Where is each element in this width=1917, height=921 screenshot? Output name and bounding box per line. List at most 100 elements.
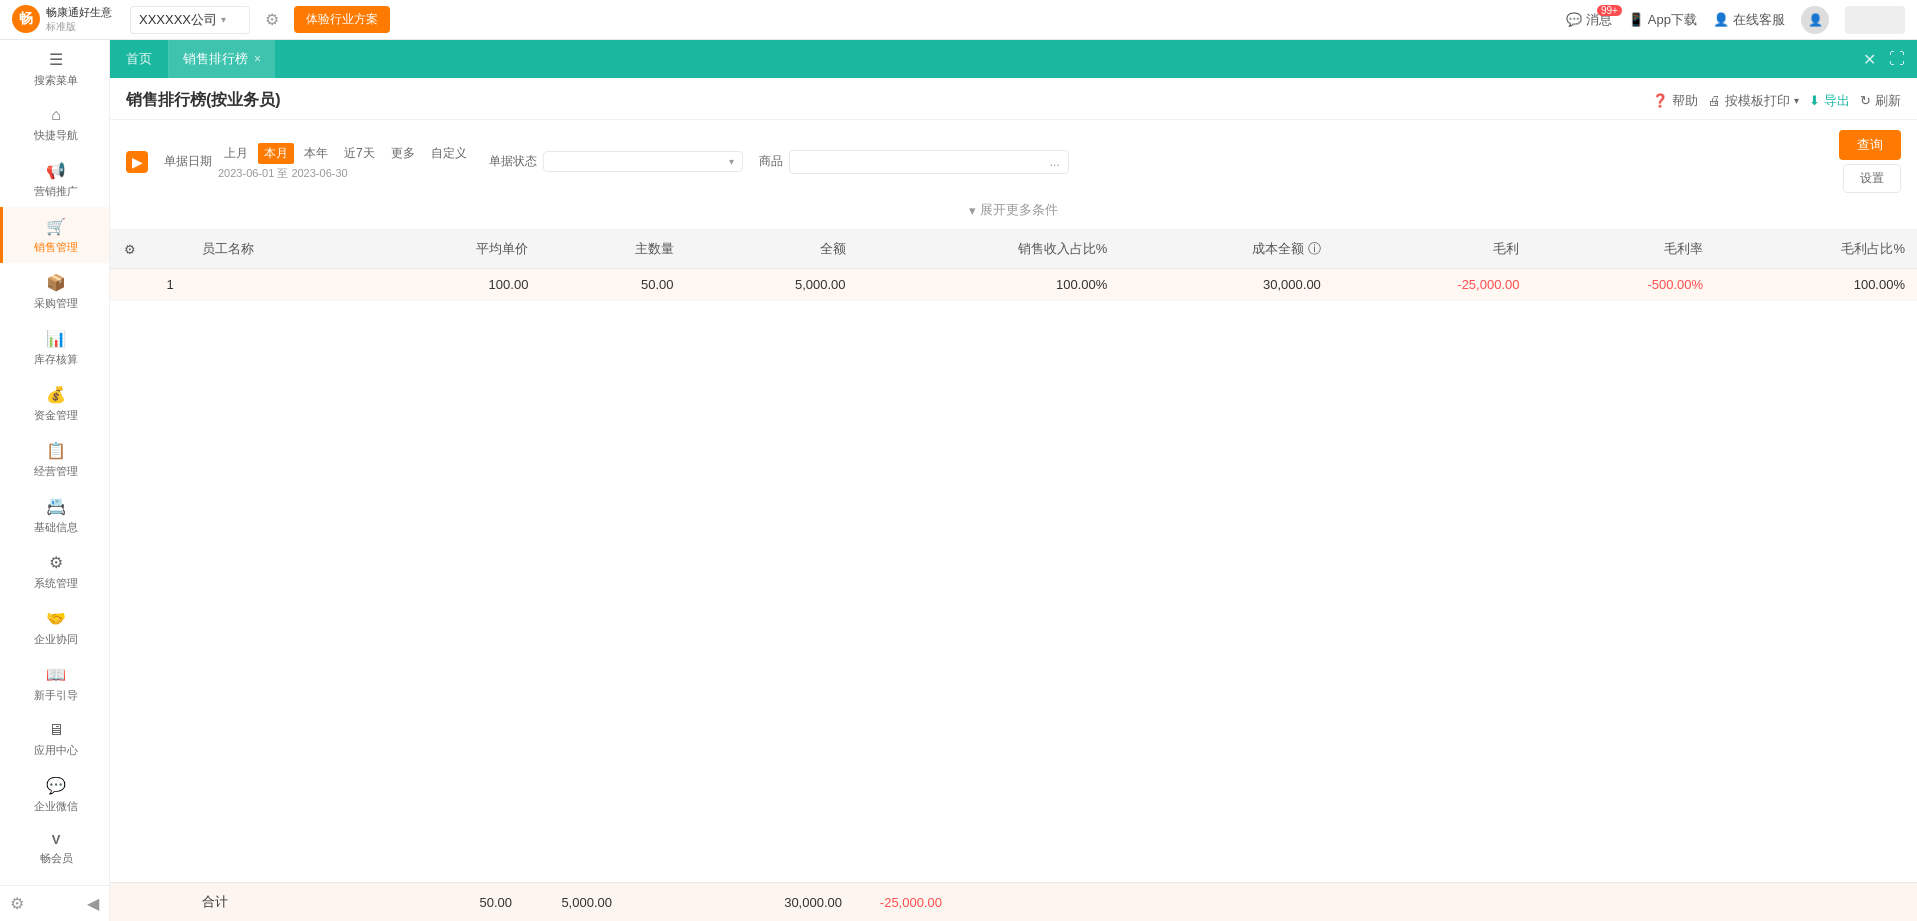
guide-icon: 📖: [46, 665, 66, 684]
date-tab-current-year[interactable]: 本年: [298, 143, 334, 164]
app-download-button[interactable]: 📱 App下载: [1628, 11, 1697, 29]
date-filter-group: 单据日期 上月 本月 本年 近7天 更多 自定义 2023-06-01 至 20…: [164, 143, 473, 181]
sidebar-item-sales[interactable]: 🛒 销售管理: [0, 207, 109, 263]
topbar: 畅 畅康通好生意 标准版 XXXXXX公司 ▾ ⚙ 体验行业方案 💬 消息 99…: [0, 0, 1917, 40]
date-tab-last-month[interactable]: 上月: [218, 143, 254, 164]
sidebar-item-enterprise[interactable]: 🤝 企业协同: [0, 599, 109, 655]
footer-profit: -25,000.00: [842, 895, 942, 910]
table-header-row: ⚙ 员工名称 平均单价 主数量 全额 销售收入占比% 成本全额 ⓘ 毛利 毛利率…: [110, 230, 1917, 269]
sidebar-item-finance[interactable]: 💰 资金管理: [0, 375, 109, 431]
query-button[interactable]: 查询: [1839, 130, 1901, 160]
help-button[interactable]: ❓ 帮助: [1652, 92, 1698, 110]
collapse-icon[interactable]: ◀: [87, 894, 99, 913]
col-settings-header[interactable]: ⚙: [110, 230, 150, 269]
export-icon: ⬇: [1809, 93, 1820, 108]
sidebar-item-quicknav[interactable]: ⌂ 快捷导航: [0, 96, 109, 151]
page-actions: ❓ 帮助 🖨 按模板打印 ▾ ⬇ 导出 ↻ 刷新: [1652, 92, 1901, 110]
filter-expand-button[interactable]: ▶: [126, 151, 148, 173]
chevron-down-icon: ▾: [221, 14, 226, 25]
template-print-button[interactable]: 🖨 按模板打印 ▾: [1708, 92, 1799, 110]
col-cost-header: 成本全额 ⓘ: [1119, 230, 1333, 269]
online-service-button[interactable]: 👤 在线客服: [1713, 11, 1785, 29]
message-badge: 99+: [1597, 5, 1622, 16]
expand-label: 展开更多条件: [980, 201, 1058, 219]
col-name-header: 员工名称: [190, 230, 365, 269]
sidebar-item-guide[interactable]: 📖 新手引导: [0, 655, 109, 711]
page-content: 销售排行榜(按业务员) ❓ 帮助 🖨 按模板打印 ▾ ⬇ 导出: [110, 78, 1917, 921]
sidebar: ☰ 搜索菜单 ⌂ 快捷导航 📢 营销推广 🛒 销售管理 📦 采购管理 📊 库存核…: [0, 40, 110, 921]
tab-sales-ranking[interactable]: 销售排行榜 ×: [169, 40, 275, 78]
help-icon: ❓: [1652, 93, 1668, 108]
logo-title: 畅康通好生意: [46, 5, 112, 19]
sidebar-item-apps[interactable]: 🖥 应用中心: [0, 711, 109, 766]
inventory-icon: 📊: [46, 329, 66, 348]
status-filter-label: 单据状态: [489, 153, 537, 170]
expand-more-button[interactable]: ▾ 展开更多条件: [969, 201, 1058, 219]
message-icon: 💬: [1566, 12, 1582, 27]
date-tab-current-month[interactable]: 本月: [258, 143, 294, 164]
tab-actions: ✕ ⛶: [1857, 47, 1917, 71]
table-footer: 合计 50.00 5,000.00 30,000.00 -25,000.00: [110, 882, 1917, 921]
avatar[interactable]: 👤: [1801, 6, 1829, 34]
col-profit-pct-header: 毛利占比%: [1715, 230, 1917, 269]
sidebar-item-wechat[interactable]: 💬 企业微信: [0, 766, 109, 822]
tab-close-button[interactable]: ✕: [1857, 47, 1881, 71]
gear-icon[interactable]: ⚙: [10, 894, 24, 913]
tab-maximize-button[interactable]: ⛶: [1885, 47, 1909, 71]
topbar-right: 💬 消息 99+ 📱 App下载 👤 在线客服 👤: [1566, 6, 1905, 34]
cell-sales-pct: 100.00%: [858, 269, 1120, 301]
settings-button[interactable]: 设置: [1843, 164, 1901, 193]
page-header: 销售排行榜(按业务员) ❓ 帮助 🖨 按模板打印 ▾ ⬇ 导出: [110, 78, 1917, 120]
sidebar-bottom: ⚙ ◀: [0, 885, 109, 921]
goods-input[interactable]: ...: [789, 150, 1069, 174]
sidebar-item-marketing[interactable]: 📢 营销推广: [0, 151, 109, 207]
company-selector[interactable]: XXXXXX公司 ▾: [130, 6, 250, 34]
content-area: 首页 销售排行榜 × ✕ ⛶ 销售排行榜(按业务员) ❓ 帮助: [110, 40, 1917, 921]
cell-profit-pct: 100.00%: [1715, 269, 1917, 301]
tab-close-icon[interactable]: ×: [254, 53, 261, 65]
tab-home[interactable]: 首页: [110, 40, 169, 78]
cell-amount: 5,000.00: [686, 269, 858, 301]
cell-rank: 1: [150, 269, 190, 301]
sidebar-item-system[interactable]: ⚙ 系统管理: [0, 543, 109, 599]
sidebar-item-purchase[interactable]: 📦 采购管理: [0, 263, 109, 319]
footer-row: 合计 50.00 5,000.00 30,000.00 -25,000.00: [110, 883, 1917, 921]
cell-avg-price: 100.00: [365, 269, 540, 301]
main-layout: ☰ 搜索菜单 ⌂ 快捷导航 📢 营销推广 🛒 销售管理 📦 采购管理 📊 库存核…: [0, 40, 1917, 921]
status-filter-group: 单据状态 ▾: [489, 151, 743, 172]
sidebar-item-label-apps: 应用中心: [34, 743, 78, 758]
operations-icon: 📋: [46, 441, 66, 460]
sidebar-item-label-basic-info: 基础信息: [34, 520, 78, 535]
sidebar-item-operations[interactable]: 📋 经营管理: [0, 431, 109, 487]
footer-label: 合计: [202, 893, 322, 911]
status-select[interactable]: ▾: [543, 151, 743, 172]
marketing-icon: 📢: [46, 161, 66, 180]
settings-icon[interactable]: ⚙: [258, 6, 286, 34]
refresh-label: 刷新: [1875, 92, 1901, 110]
tab-bar: 首页 销售排行榜 × ✕ ⛶: [110, 40, 1917, 78]
cell-name: [190, 269, 365, 301]
table-row: 1 100.00 50.00 5,000.00 100.00% 30,000.0…: [110, 269, 1917, 301]
apps-icon: 🖥: [48, 721, 64, 739]
date-tab-7days[interactable]: 近7天: [338, 143, 381, 164]
sidebar-item-label-quicknav: 快捷导航: [34, 128, 78, 143]
sidebar-item-basic-info[interactable]: 📇 基础信息: [0, 487, 109, 543]
export-button[interactable]: ⬇ 导出: [1809, 92, 1850, 110]
refresh-button[interactable]: ↻ 刷新: [1860, 92, 1901, 110]
sidebar-item-search[interactable]: ☰ 搜索菜单: [0, 40, 109, 96]
wechat-icon: 💬: [46, 776, 66, 795]
sidebar-item-member[interactable]: V 畅会员: [0, 822, 109, 874]
filter-row: ▶ 单据日期 上月 本月 本年 近7天 更多 自定义: [126, 130, 1901, 193]
trial-button[interactable]: 体验行业方案: [294, 6, 390, 33]
more-icon[interactable]: ...: [1050, 155, 1060, 169]
footer-cost: 30,000.00: [732, 895, 842, 910]
cell-profit: -25,000.00: [1333, 269, 1532, 301]
export-label: 导出: [1824, 92, 1850, 110]
date-tab-more[interactable]: 更多: [385, 143, 421, 164]
date-tab-custom[interactable]: 自定义: [425, 143, 473, 164]
message-button[interactable]: 💬 消息 99+: [1566, 11, 1612, 29]
refresh-icon: ↻: [1860, 93, 1871, 108]
cell-cost: 30,000.00: [1119, 269, 1333, 301]
online-service-label: 在线客服: [1733, 11, 1785, 29]
sidebar-item-inventory[interactable]: 📊 库存核算: [0, 319, 109, 375]
